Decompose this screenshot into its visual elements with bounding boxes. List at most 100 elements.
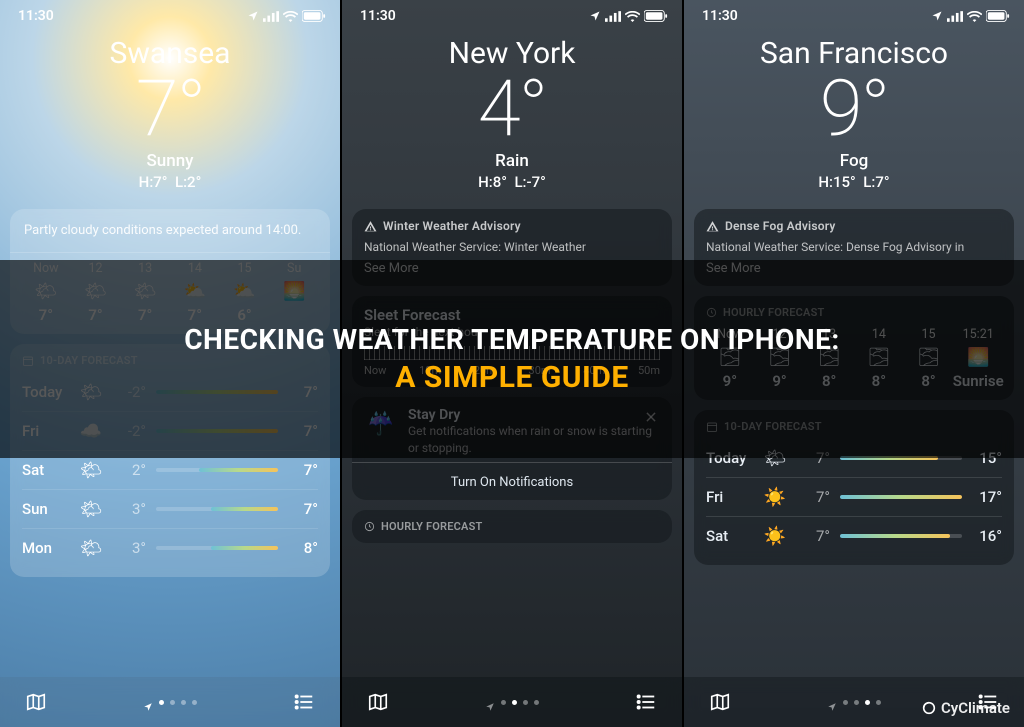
minute-label: 50m [638, 364, 660, 377]
warning-icon [706, 220, 719, 233]
hourly-item[interactable]: 13 🌤 7° [121, 261, 169, 324]
page-dots[interactable] [485, 697, 539, 707]
page-dots[interactable] [143, 697, 197, 707]
temp-range-bar [156, 390, 278, 394]
sleet-title: Sleet Forecast [364, 306, 660, 324]
sunpart-icon: 🌤 [35, 280, 57, 302]
high-low: H:7° L:2° [0, 173, 340, 191]
page-dot [523, 700, 528, 705]
sunpart-icon: 🌤 [80, 498, 102, 520]
city-header: Swansea 7° Sunny H:7° L:2° [0, 28, 340, 209]
day-high: 15° [972, 449, 1002, 467]
daily-row[interactable]: Sat ☀️ 7° 16° [706, 516, 1002, 555]
map-button[interactable] [706, 688, 734, 716]
page-dot [876, 700, 881, 705]
day-high: 7° [288, 461, 318, 479]
daily-row[interactable]: Fri ☀️ 7° 17° [706, 477, 1002, 516]
status-indicators [589, 10, 668, 22]
hourly-row[interactable]: Now 🌫 9° 12 🌫 9° 13 🌫 8° 14 🌫 8° 15 🌫 8°… [706, 325, 1002, 390]
hourly-forecast-card[interactable]: HOURLY FORECAST [352, 510, 672, 543]
wifi-icon [625, 11, 640, 22]
clock-icon [364, 521, 375, 532]
turn-on-notifications-button[interactable]: Turn On Notifications [364, 469, 660, 490]
page-dots[interactable] [827, 697, 881, 707]
hourly-row[interactable]: Now 🌤 7° 12 🌤 7° 13 🌤 7° 14 ⛅ 7° 15 ⛅ 6°… [22, 259, 318, 324]
daily-forecast-header: 10-DAY FORECAST [22, 354, 318, 367]
hour-temp: 9° [723, 372, 737, 390]
daily-row[interactable]: Today 🌤 7° 15° [706, 439, 1002, 477]
sunpart-icon: 🌤 [85, 280, 107, 302]
hourly-item[interactable]: Now 🌫 9° [706, 327, 754, 390]
day-label: Today [706, 449, 754, 467]
minute-label: 40m [583, 364, 605, 377]
status-indicators [931, 10, 1010, 22]
hourly-item[interactable]: 15 🌫 8° [905, 327, 953, 390]
weather-advisory-card[interactable]: Dense Fog Advisory National Weather Serv… [694, 209, 1014, 286]
current-temperature: 4° [342, 71, 682, 149]
hourly-forecast-header: HOURLY FORECAST [706, 306, 1002, 319]
condition-label: Rain [342, 151, 682, 171]
day-high: 7° [288, 383, 318, 401]
daily-row[interactable]: Mon 🌤 3° 8° [22, 528, 318, 567]
scroll-area[interactable]: Partly cloudy conditions expected around… [0, 209, 340, 727]
hourly-item[interactable]: 12 🌫 9° [756, 327, 804, 390]
weather-advisory-card[interactable]: Winter Weather Advisory National Weather… [352, 209, 672, 286]
wifi-icon [283, 11, 298, 22]
daily-row[interactable]: Sat 🌤 2° 7° [22, 450, 318, 489]
current-temperature: 9° [684, 71, 1024, 149]
day-label: Sat [706, 527, 754, 545]
day-low: 2° [116, 461, 146, 479]
day-high: 16° [972, 527, 1002, 545]
daily-row[interactable]: Sun 🌤 3° 7° [22, 489, 318, 528]
page-dot [192, 700, 197, 705]
advisory-body: National Weather Service: Dense Fog Advi… [706, 239, 1002, 255]
day-high: 8° [288, 539, 318, 557]
page-dot [534, 700, 539, 705]
fog-icon: 🌫 [868, 346, 890, 368]
see-more-link[interactable]: See More [706, 261, 761, 276]
day-low: -2° [116, 422, 146, 440]
status-time: 11:30 [18, 8, 54, 24]
stay-dry-card[interactable]: ☔ Stay Dry Get notifications when rain o… [352, 397, 672, 499]
city-list-button[interactable] [290, 688, 318, 716]
sleet-forecast-card[interactable]: Sleet Forecast Sleet for the next hour N… [352, 296, 672, 387]
scroll-area[interactable]: Winter Weather Advisory National Weather… [342, 209, 682, 727]
hourly-item[interactable]: Now 🌤 7° [22, 261, 70, 324]
scroll-area[interactable]: Dense Fog Advisory National Weather Serv… [684, 209, 1024, 727]
hourly-item[interactable]: 14 🌫 8° [855, 327, 903, 390]
temp-range-bar [840, 495, 962, 499]
map-icon [709, 691, 731, 713]
day-label: Today [22, 383, 70, 401]
status-indicators [247, 10, 326, 22]
daily-forecast-card[interactable]: 10-DAY FORECAST Today 🌤 7° 15° Fri ☀️ 7°… [694, 410, 1014, 565]
sunpart-icon: 🌤 [764, 447, 786, 469]
wifi-icon [967, 11, 982, 22]
hourly-item[interactable]: 13 🌫 8° [805, 327, 853, 390]
hourly-item[interactable]: 15:21 🌅 Sunrise [954, 327, 1002, 390]
sunpart-icon: 🌤 [80, 381, 102, 403]
close-button[interactable] [642, 407, 660, 430]
map-button[interactable] [22, 688, 50, 716]
advisory-header: Winter Weather Advisory [364, 219, 660, 233]
hourly-forecast-card[interactable]: HOURLY FORECAST Now 🌫 9° 12 🌫 9° 13 🌫 8°… [694, 296, 1014, 400]
daily-row[interactable]: Fri ☁️ -2° 7° [22, 411, 318, 450]
hour-label: Now [717, 327, 742, 342]
warning-icon [364, 220, 377, 233]
hourly-item[interactable]: 14 ⛅ 7° [171, 261, 219, 324]
city-list-button[interactable] [632, 688, 660, 716]
hourly-item[interactable]: Su 🌅 [270, 261, 318, 324]
hourly-item[interactable]: 15 ⛅ 6° [221, 261, 269, 324]
daily-row[interactable]: Today 🌤 -2° 7° [22, 373, 318, 411]
temp-range-bar [156, 429, 278, 433]
hourly-item[interactable]: 12 🌤 7° [72, 261, 120, 324]
page-dot [843, 700, 848, 705]
day-low: 7° [800, 527, 830, 545]
see-more-link[interactable]: See More [364, 261, 419, 276]
hour-temp: 7° [39, 306, 53, 324]
location-dot-icon [485, 697, 495, 707]
hourly-forecast-card[interactable]: Partly cloudy conditions expected around… [10, 209, 330, 334]
list-icon [293, 691, 315, 713]
daily-forecast-card[interactable]: 10-DAY FORECAST Today 🌤 -2° 7° Fri ☁️ -2… [10, 344, 330, 577]
map-button[interactable] [364, 688, 392, 716]
sun-icon: ☀️ [764, 486, 786, 508]
